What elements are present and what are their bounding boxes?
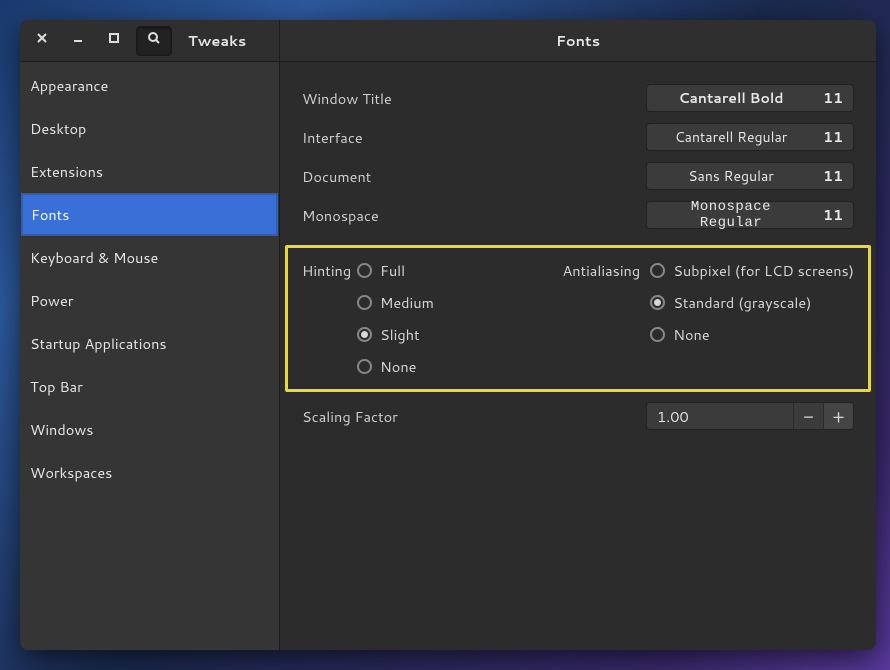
maximize-icon	[107, 31, 121, 50]
interface-font-size: 11	[823, 127, 843, 147]
window-title-font-size: 11	[823, 88, 843, 108]
radio-icon	[357, 359, 372, 374]
interface-label: Interface	[302, 127, 646, 148]
plus-icon: +	[832, 403, 844, 429]
document-font-size: 11	[823, 166, 843, 186]
window-title-row: Window Title Cantarell Bold 11	[302, 84, 854, 112]
hinting-antialiasing-section: Hinting Full Medium Slight	[285, 245, 871, 392]
radio-icon	[650, 263, 665, 278]
radio-icon	[650, 295, 665, 310]
scaling-factor-row: Scaling Factor 1.00 − +	[302, 402, 854, 430]
hinting-option-label: Medium	[380, 292, 434, 313]
titlebar-left: Tweaks	[20, 20, 280, 61]
sidebar-item-workspaces[interactable]: Workspaces	[20, 451, 279, 494]
antialiasing-label: Antialiasing	[562, 258, 640, 377]
antialiasing-radio-subpixel[interactable]: Subpixel (for LCD screens)	[650, 260, 854, 281]
sidebar-item-appearance[interactable]: Appearance	[20, 64, 279, 107]
hinting-option-label: Full	[380, 260, 405, 281]
sidebar-item-extensions[interactable]: Extensions	[20, 150, 279, 193]
scaling-increment-button[interactable]: +	[823, 403, 853, 429]
document-label: Document	[302, 166, 646, 187]
scaling-decrement-button[interactable]: −	[793, 403, 823, 429]
titlebar: Tweaks Fonts	[20, 20, 876, 62]
scaling-factor-label: Scaling Factor	[302, 406, 646, 427]
hinting-radio-slight[interactable]: Slight	[357, 324, 434, 345]
antialiasing-radio-standard[interactable]: Standard (grayscale)	[650, 292, 854, 313]
hinting-radio-medium[interactable]: Medium	[357, 292, 434, 313]
antialiasing-option-label: Standard (grayscale)	[673, 292, 811, 313]
sidebar-item-keyboard-mouse[interactable]: Keyboard & Mouse	[20, 236, 279, 279]
window-maximize-button[interactable]	[98, 27, 130, 55]
antialiasing-option-label: Subpixel (for LCD screens)	[673, 260, 854, 281]
sidebar-item-fonts[interactable]: Fonts	[21, 193, 278, 236]
window-title-label: Window Title	[302, 88, 646, 109]
monospace-row: Monospace Monospace Regular 11	[302, 201, 854, 229]
interface-font-button[interactable]: Cantarell Regular 11	[646, 123, 854, 151]
interface-row: Interface Cantarell Regular 11	[302, 123, 854, 151]
radio-icon	[650, 327, 665, 342]
minimize-icon	[71, 31, 85, 50]
hinting-radio-full[interactable]: Full	[357, 260, 434, 281]
scaling-factor-value[interactable]: 1.00	[647, 406, 793, 427]
antialiasing-options: Subpixel (for LCD screens) Standard (gra…	[650, 258, 854, 377]
hinting-radio-none[interactable]: None	[357, 356, 434, 377]
window-title-font-button[interactable]: Cantarell Bold 11	[646, 84, 854, 112]
radio-icon	[357, 327, 372, 342]
tweaks-window: Tweaks Fonts Appearance Desktop Extensio…	[20, 20, 876, 650]
app-title: Tweaks	[188, 30, 246, 51]
hinting-option-label: None	[380, 356, 416, 377]
interface-font-name: Cantarell Regular	[657, 127, 805, 147]
window-body: Appearance Desktop Extensions Fonts Keyb…	[20, 62, 876, 650]
minus-icon: −	[803, 403, 814, 429]
close-icon	[35, 31, 49, 50]
sidebar: Appearance Desktop Extensions Fonts Keyb…	[20, 62, 280, 650]
antialiasing-radio-none[interactable]: None	[650, 324, 854, 345]
search-icon	[147, 31, 161, 50]
hinting-options: Full Medium Slight None	[357, 258, 434, 377]
window-close-button[interactable]	[26, 27, 58, 55]
monospace-label: Monospace	[302, 205, 646, 226]
hinting-option-label: Slight	[380, 324, 420, 345]
monospace-font-button[interactable]: Monospace Regular 11	[646, 201, 854, 229]
sidebar-item-windows[interactable]: Windows	[20, 408, 279, 451]
hinting-label: Hinting	[302, 258, 347, 377]
content-area: Window Title Cantarell Bold 11 Interface…	[280, 62, 876, 650]
window-title-font-name: Cantarell Bold	[657, 88, 805, 108]
document-font-button[interactable]: Sans Regular 11	[646, 162, 854, 190]
antialiasing-option-label: None	[673, 324, 709, 345]
page-title: Fonts	[280, 20, 876, 61]
search-button[interactable]	[136, 26, 172, 56]
radio-icon	[357, 263, 372, 278]
sidebar-item-desktop[interactable]: Desktop	[20, 107, 279, 150]
document-font-name: Sans Regular	[657, 166, 805, 186]
sidebar-item-startup-applications[interactable]: Startup Applications	[20, 322, 279, 365]
monospace-font-size: 11	[823, 205, 843, 225]
sidebar-item-power[interactable]: Power	[20, 279, 279, 322]
radio-icon	[357, 295, 372, 310]
document-row: Document Sans Regular 11	[302, 162, 854, 190]
sidebar-item-top-bar[interactable]: Top Bar	[20, 365, 279, 408]
window-minimize-button[interactable]	[62, 27, 94, 55]
scaling-factor-spinner: 1.00 − +	[646, 402, 854, 430]
monospace-font-name: Monospace Regular	[657, 199, 805, 231]
